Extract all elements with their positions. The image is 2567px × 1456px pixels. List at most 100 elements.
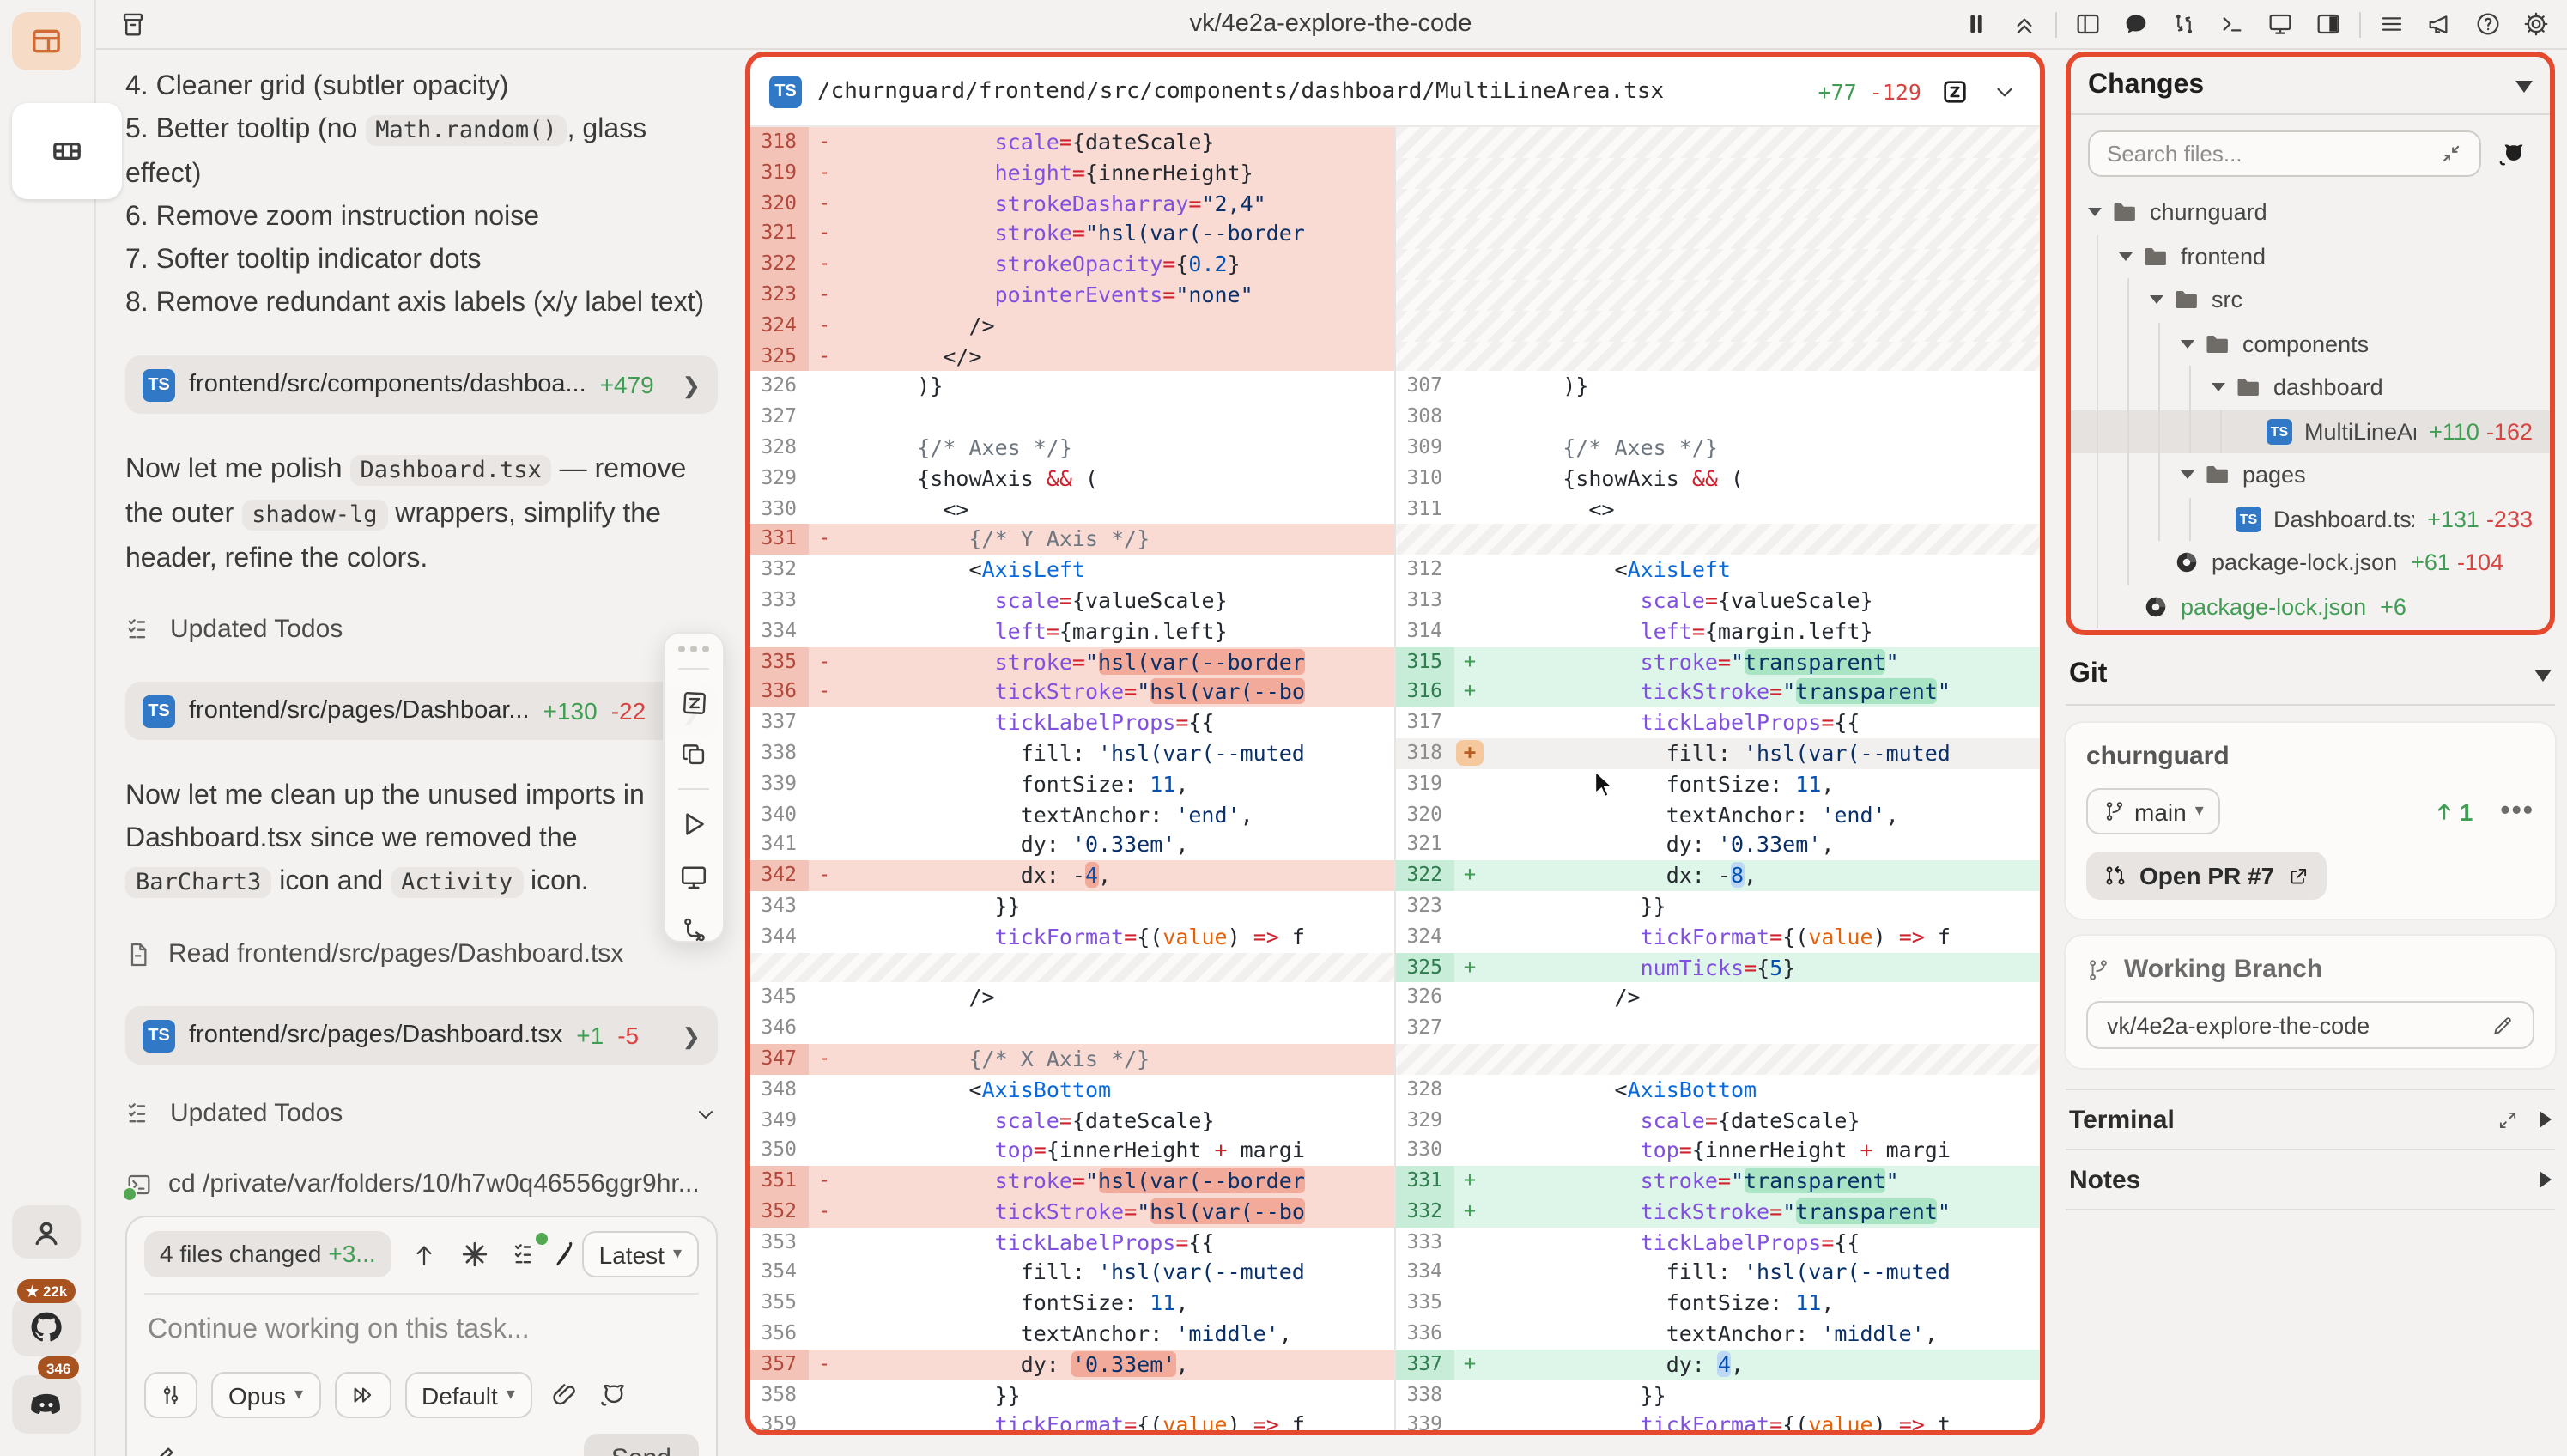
menu-icon[interactable] xyxy=(2375,7,2409,41)
search-input[interactable] xyxy=(2103,139,2437,168)
folder-icon xyxy=(2236,377,2261,399)
git-compare-icon[interactable] xyxy=(2167,7,2201,41)
diff-row: 342-dx: -4,322+dx: -8, xyxy=(750,860,2040,891)
tool-call-row[interactable]: Read frontend/src/pages/Dashboard.tsx xyxy=(125,932,718,975)
terminal-expand-caret[interactable] xyxy=(2540,1111,2552,1128)
diff-file-path: /churnguard/frontend/src/components/dash… xyxy=(817,78,1803,104)
folder-icon xyxy=(2174,289,2200,312)
diff-row: 331-{/* Y Axis */} xyxy=(750,525,2040,555)
account-button[interactable] xyxy=(12,1205,81,1259)
run-play-icon[interactable] xyxy=(675,805,713,843)
typescript-file-icon: TS xyxy=(143,1019,175,1052)
tree-folder-dashboard[interactable]: dashboard xyxy=(2071,366,2550,410)
discord-button[interactable] xyxy=(12,1375,81,1434)
diff-row: 341dy: '0.33em',321dy: '0.33em', xyxy=(750,830,2040,861)
monitor-icon[interactable] xyxy=(2263,7,2297,41)
tree-file-Dashboard.tsx[interactable]: TSDashboard.tsx+131-233 xyxy=(2071,497,2550,541)
diff-panel: TS /churnguard/frontend/src/components/d… xyxy=(745,52,2045,1435)
working-branch-input[interactable] xyxy=(2103,1010,2488,1040)
terminal-icon[interactable] xyxy=(2215,7,2249,41)
collapse-diff-icon[interactable] xyxy=(1988,75,2021,107)
help-icon[interactable] xyxy=(2471,7,2505,41)
panel-left-icon[interactable] xyxy=(2071,7,2105,41)
drag-handle[interactable] xyxy=(678,646,709,652)
file-diff-chip[interactable]: TSfrontend/src/components/dashboa...+479… xyxy=(125,355,718,414)
open-pr-button[interactable]: Open PR #7 xyxy=(2086,852,2326,900)
settings-gear-icon[interactable] xyxy=(2519,7,2553,41)
tree-caret-icon[interactable] xyxy=(2150,296,2174,305)
tree-file-package-lock.json[interactable]: package-lock.json+61-104 xyxy=(2071,541,2550,585)
cat-review-icon[interactable] xyxy=(2495,135,2533,173)
panel-right-icon[interactable] xyxy=(2311,7,2345,41)
scroll-up-icon[interactable] xyxy=(407,1237,441,1271)
chat-input[interactable] xyxy=(144,1313,706,1348)
file-search[interactable] xyxy=(2088,130,2481,177)
layout-view-button[interactable] xyxy=(12,12,81,70)
repo-menu-button[interactable]: ••• xyxy=(2500,796,2534,827)
pause-icon[interactable] xyxy=(1959,7,1994,41)
tree-caret-icon[interactable] xyxy=(2212,384,2236,392)
tool-call-row[interactable]: cd /private/var/folders/10/h7w0q46556ggr… xyxy=(125,1162,718,1205)
model-select[interactable]: Opus▾ xyxy=(211,1372,320,1418)
mode-select[interactable]: Default▾ xyxy=(404,1372,532,1418)
spark-icon[interactable] xyxy=(457,1236,493,1272)
todos-icon[interactable] xyxy=(508,1236,544,1272)
chat-bubble-icon[interactable] xyxy=(2119,7,2153,41)
composer: 4 files changed +3... Latest▾ Opus▾ Defa… xyxy=(125,1216,718,1456)
tool-call-row[interactable]: Updated Todos xyxy=(125,1092,718,1135)
commits-ahead[interactable]: 1 xyxy=(2434,798,2473,825)
terminal-section-header[interactable]: Terminal xyxy=(2066,1089,2555,1149)
archive-box-icon[interactable] xyxy=(115,6,151,42)
add-comment-button[interactable]: + xyxy=(1456,740,1484,766)
diff-row: 343}}323}} xyxy=(750,891,2040,922)
diff-row: 355fontSize: 11,335fontSize: 11, xyxy=(750,1289,2040,1320)
repo-name: churnguard xyxy=(2086,742,2534,771)
attachment-paperclip-icon[interactable] xyxy=(546,1377,582,1413)
expand-terminal-icon[interactable] xyxy=(2493,1105,2522,1134)
cat-icon[interactable] xyxy=(596,1377,632,1413)
settings-sliders-button[interactable] xyxy=(144,1372,197,1418)
inline-code: BarChart3 xyxy=(125,867,271,898)
tree-folder-src[interactable]: src xyxy=(2071,278,2550,322)
tree-caret-icon[interactable] xyxy=(2181,471,2205,480)
tree-file-package-lock.json[interactable]: package-lock.json+6 xyxy=(2071,585,2550,628)
git-collapse-icon[interactable] xyxy=(2534,669,2552,681)
chevron-down-icon[interactable] xyxy=(694,1101,718,1125)
collapse-tree-icon[interactable] xyxy=(2437,139,2466,168)
notes-expand-caret[interactable] xyxy=(2540,1171,2552,1188)
changes-collapse-icon[interactable] xyxy=(2515,80,2533,92)
branch-select[interactable]: main▾ xyxy=(2086,788,2221,834)
edit-pencil-icon[interactable] xyxy=(2488,1010,2517,1040)
diff-mode-icon[interactable] xyxy=(1937,73,1973,109)
diff-row: 326)}307)} xyxy=(750,372,2040,403)
tool-call-row[interactable]: Updated Todos xyxy=(125,608,718,651)
github-stars-badge: ★ 22k xyxy=(17,1279,76,1303)
tree-caret-icon[interactable] xyxy=(2181,340,2205,349)
diff-editor-icon[interactable] xyxy=(676,685,712,721)
preview-monitor-icon[interactable] xyxy=(675,858,713,896)
tree-caret-icon[interactable] xyxy=(2119,252,2143,261)
tree-folder-frontend[interactable]: frontend xyxy=(2071,234,2550,278)
highlighter-icon[interactable] xyxy=(144,1441,180,1456)
tree-folder-components[interactable]: components xyxy=(2071,322,2550,366)
tree-file-MultiLineArea.tsx[interactable]: TSMultiLineArea.tsx+110-162 xyxy=(2071,410,2550,453)
file-diff-chip[interactable]: TSfrontend/src/pages/Dashboard.tsx+1-5❯ xyxy=(125,1006,718,1065)
send-button[interactable]: Send xyxy=(584,1434,699,1456)
folder-icon xyxy=(2112,202,2138,224)
tree-folder-pages[interactable]: pages xyxy=(2071,453,2550,497)
tree-folder-churnguard[interactable]: churnguard xyxy=(2071,191,2550,234)
tree-caret-icon[interactable] xyxy=(2088,209,2112,217)
megaphone-icon[interactable] xyxy=(2423,7,2457,41)
notes-section-header[interactable]: Notes xyxy=(2066,1149,2555,1210)
fast-forward-button[interactable] xyxy=(334,1372,391,1418)
collapse-up-icon[interactable] xyxy=(2007,7,2042,41)
diff-row: 359tickFormat={(value) => f339tickFormat… xyxy=(750,1410,2040,1435)
github-button[interactable] xyxy=(12,1298,81,1356)
working-branch-field[interactable] xyxy=(2086,1001,2534,1049)
diff-row: 344tickFormat={(value) => f324tickFormat… xyxy=(750,921,2040,952)
git-branch-icon[interactable] xyxy=(676,912,712,948)
files-changed-chip[interactable]: 4 files changed +3... xyxy=(144,1231,391,1277)
version-select[interactable]: Latest▾ xyxy=(582,1231,699,1277)
copy-icon[interactable] xyxy=(676,737,712,773)
file-diff-chip[interactable]: TSfrontend/src/pages/Dashboar...+130-22❯ xyxy=(125,682,718,740)
